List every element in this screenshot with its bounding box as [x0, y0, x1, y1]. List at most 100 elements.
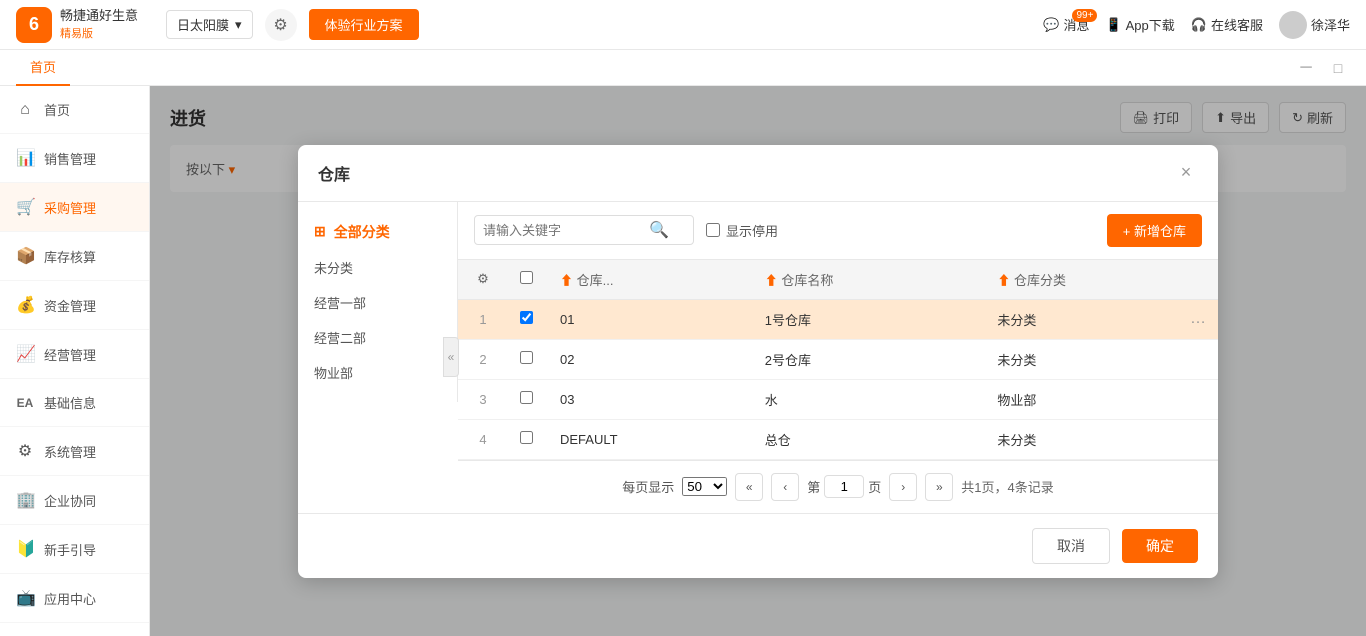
maximize-button[interactable]: □ [1326, 56, 1350, 80]
category-item-dept1[interactable]: 经营一部 [298, 285, 457, 320]
row-num: 1 [479, 312, 486, 327]
sidebar-label-system: 系统管理 [44, 442, 96, 461]
sort-icon: ⬆ [560, 273, 573, 288]
prev-page-button[interactable]: ‹ [771, 473, 799, 501]
category-all[interactable]: ⊞ 全部分类 [298, 214, 457, 250]
minimize-button[interactable]: ─ [1294, 56, 1318, 80]
sidebar-item-guide[interactable]: 🔰 新手引导 [0, 525, 149, 574]
row-checkbox[interactable] [520, 431, 533, 444]
last-page-icon: » [936, 480, 943, 494]
row-num: 4 [479, 432, 486, 447]
show-disabled-checkbox[interactable] [706, 223, 720, 237]
category-item-dept2[interactable]: 经营二部 [298, 320, 457, 355]
sidebar-label-app-center: 应用中心 [44, 589, 96, 608]
cancel-button[interactable]: 取消 [1032, 528, 1110, 564]
sidebar-item-basic[interactable]: EA 基础信息 [0, 379, 149, 427]
trial-button[interactable]: 体验行业方案 [309, 9, 419, 40]
row-more-button[interactable]: … [1190, 310, 1206, 328]
table-row[interactable]: 2 02 2号仓库 未分类 [458, 339, 1218, 379]
per-page-select[interactable]: 50 100 200 [682, 477, 727, 496]
store-selector[interactable]: 日太阳膜 ▾ [166, 10, 253, 39]
sidebar-item-inventory[interactable]: 📦 库存核算 [0, 232, 149, 281]
last-page-button[interactable]: » [925, 473, 953, 501]
tab-home[interactable]: 首页 [16, 50, 70, 86]
confirm-button[interactable]: 确定 [1122, 529, 1198, 563]
modal-footer: 取消 确定 [298, 513, 1218, 578]
app-name: 畅捷通好生意 [60, 8, 138, 25]
table-row[interactable]: 3 03 水 物业部 [458, 379, 1218, 419]
sidebar: ⌂ 首页 📊 销售管理 🛒 采购管理 📦 库存核算 💰 资金管理 📈 经营管理 … [0, 86, 150, 636]
sidebar-label-guide: 新手引导 [44, 540, 96, 559]
sidebar-label-enterprise: 企业协同 [44, 491, 96, 510]
search-input-wrapper: 🔍 [474, 215, 694, 245]
next-page-icon: › [901, 480, 905, 494]
modal-body: ⊞ 全部分类 未分类 经营一部 经营二部 [298, 202, 1218, 513]
row-checkbox[interactable] [520, 311, 533, 324]
settings-button[interactable]: ⚙ [265, 9, 297, 41]
sidebar-item-app-center[interactable]: 📺 应用中心 [0, 574, 149, 623]
next-page-button[interactable]: › [889, 473, 917, 501]
sidebar-item-home[interactable]: ⌂ 首页 [0, 86, 149, 134]
header-right: 💬 消息 99+ 📱 App下载 🎧 在线客服 徐泽华 [1043, 11, 1350, 39]
page-label: 第 [807, 477, 820, 496]
search-icon[interactable]: 🔍 [649, 220, 669, 240]
sidebar-item-operation[interactable]: 📈 经营管理 [0, 330, 149, 379]
row-checkbox[interactable] [520, 391, 533, 404]
row-category: 物业部 [985, 380, 1218, 419]
warehouse-table-body: 1 01 1号仓库 未分类 … 2 02 2号仓库 未分类 [458, 299, 1218, 459]
row-checkbox-col [508, 419, 548, 459]
row-checkbox-col [508, 339, 548, 379]
category-panel: ⊞ 全部分类 未分类 经营一部 经营二部 [298, 202, 458, 402]
select-all-checkbox[interactable] [520, 271, 533, 284]
page-number-input[interactable] [824, 475, 864, 498]
collapse-category-button[interactable]: « [443, 337, 459, 377]
row-settings-col: 2 [458, 339, 508, 379]
row-name: 1号仓库 [753, 299, 986, 339]
store-name: 日太阳膜 [177, 15, 229, 34]
sidebar-item-finance[interactable]: 💰 资金管理 [0, 281, 149, 330]
tab-home-label: 首页 [30, 57, 56, 76]
purchase-icon: 🛒 [16, 197, 34, 217]
logo-area: 6 畅捷通好生意 精易版 [16, 7, 166, 43]
category-item-property[interactable]: 物业部 [298, 355, 457, 390]
sidebar-item-system[interactable]: ⚙ 系统管理 [0, 427, 149, 476]
table-row[interactable]: 4 DEFAULT 总仓 未分类 [458, 419, 1218, 459]
show-disabled-checkbox-label: 显示停用 [706, 221, 778, 240]
system-icon: ⚙ [16, 441, 34, 461]
prev-page-icon: ‹ [783, 480, 787, 494]
sidebar-item-purchase[interactable]: 🛒 采购管理 [0, 183, 149, 232]
first-page-button[interactable]: « [735, 473, 763, 501]
add-warehouse-button[interactable]: + 新增仓库 [1107, 214, 1202, 247]
app-subtext: 精易版 [60, 25, 138, 41]
sidebar-label-operation: 经营管理 [44, 345, 96, 364]
row-num: 2 [479, 352, 486, 367]
row-checkbox-col [508, 299, 548, 339]
row-settings-col: 4 [458, 419, 508, 459]
table-header: ⚙ ⬆ 仓库... [458, 260, 1218, 300]
message-icon: 💬 [1043, 17, 1059, 33]
operation-icon: 📈 [16, 344, 34, 364]
row-checkbox[interactable] [520, 351, 533, 364]
table-row[interactable]: 1 01 1号仓库 未分类 … [458, 299, 1218, 339]
online-service-action[interactable]: 🎧 在线客服 [1191, 15, 1263, 34]
warehouse-modal: 仓库 × ⊞ 全部分类 [298, 145, 1218, 578]
sidebar-item-member[interactable]: V 畅会员 [0, 623, 149, 636]
app-download-action[interactable]: 📱 App下载 [1105, 15, 1174, 34]
message-action[interactable]: 💬 消息 99+ [1043, 15, 1089, 34]
user-action[interactable]: 徐泽华 [1279, 11, 1350, 39]
row-name: 总仓 [753, 419, 986, 459]
col-category: ⬆ 仓库分类 [985, 260, 1218, 300]
sort-icon-cat: ⬆ [997, 273, 1010, 288]
per-page-label: 每页显示 [622, 477, 674, 496]
warehouse-table: ⚙ ⬆ 仓库... [458, 260, 1218, 460]
message-badge: 99+ [1072, 9, 1097, 22]
sidebar-item-enterprise[interactable]: 🏢 企业协同 [0, 476, 149, 525]
show-disabled-label: 显示停用 [726, 221, 778, 240]
basic-icon: EA [16, 396, 34, 410]
sidebar-item-sales[interactable]: 📊 销售管理 [0, 134, 149, 183]
app-download-label: App下载 [1126, 15, 1175, 34]
modal-close-button[interactable]: × [1174, 161, 1198, 185]
category-item-unclassified[interactable]: 未分类 [298, 250, 457, 285]
search-input[interactable] [483, 223, 643, 238]
page-unit: 页 [868, 477, 881, 496]
